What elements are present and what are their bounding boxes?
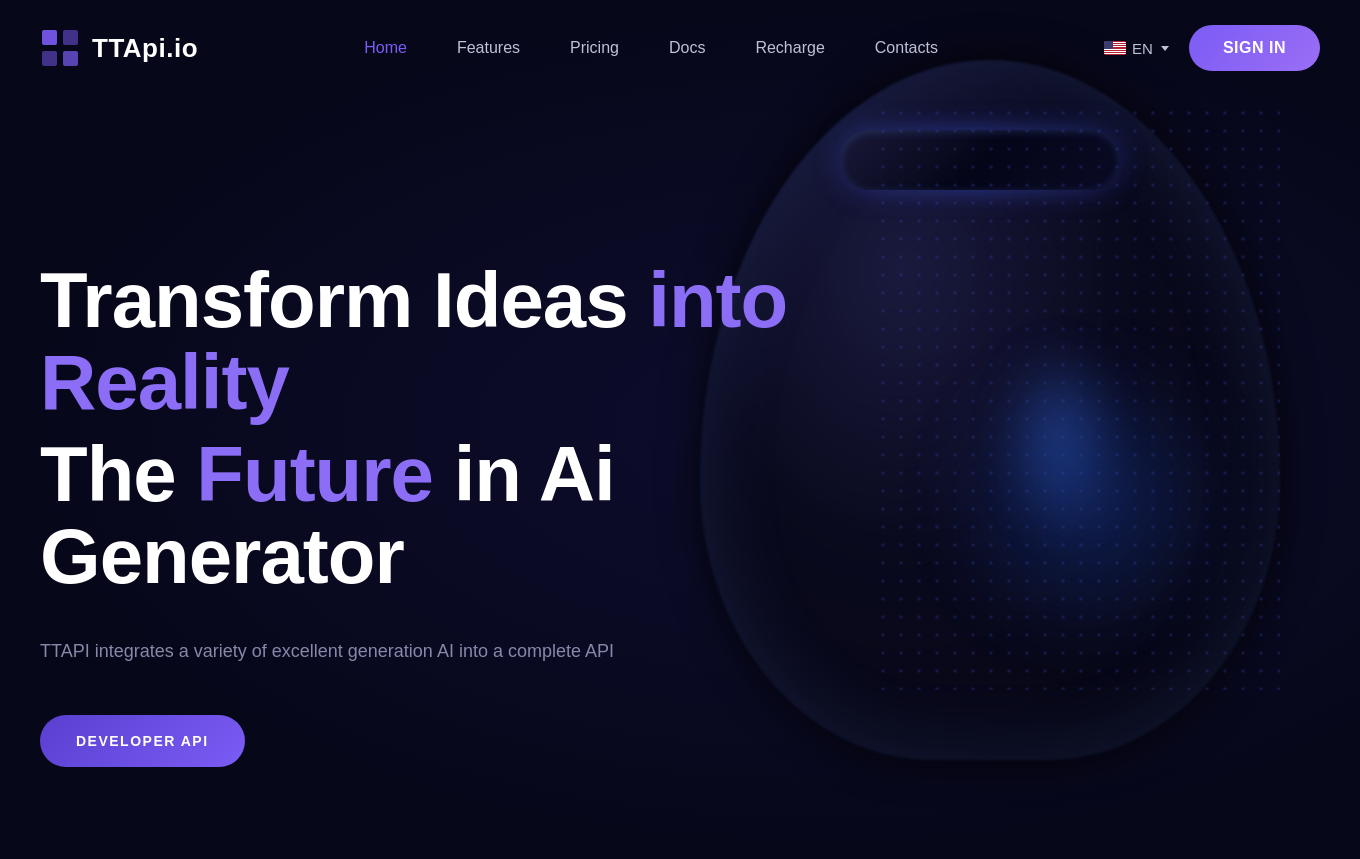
hero-section: TTApi.io Home Features Pricing Docs Rech… [0,0,1360,859]
svg-rect-4 [63,30,78,45]
svg-rect-5 [63,51,78,66]
developer-api-button[interactable]: DEVELOPER API [40,715,245,767]
hero-content: Transform Ideas into Reality The Future … [40,260,800,767]
nav-link-pricing[interactable]: Pricing [570,39,619,56]
hero-title-line2: The Future in Ai Generator [40,434,800,598]
hero-title-line1: Transform Ideas into Reality [40,260,800,424]
nav-item-recharge[interactable]: Recharge [755,39,824,57]
nav-link-recharge[interactable]: Recharge [755,39,824,56]
svg-rect-2 [42,30,57,45]
svg-rect-3 [42,51,57,66]
nav-link-contacts[interactable]: Contacts [875,39,938,56]
lang-label: EN [1132,40,1153,57]
language-selector[interactable]: EN [1104,40,1169,57]
nav-item-docs[interactable]: Docs [669,39,705,57]
hero-title-highlight2: Future [196,430,433,518]
nav-link-docs[interactable]: Docs [669,39,705,56]
hero-title-line2-text: The [40,430,196,518]
nav-item-contacts[interactable]: Contacts [875,39,938,57]
navbar: TTApi.io Home Features Pricing Docs Rech… [0,0,1360,96]
nav-link-features[interactable]: Features [457,39,520,56]
nav-item-pricing[interactable]: Pricing [570,39,619,57]
hero-subtitle: TTAPI integrates a variety of excellent … [40,638,800,665]
chevron-down-icon [1161,46,1169,51]
sign-in-button[interactable]: SIGN IN [1189,25,1320,71]
nav-item-home[interactable]: Home [364,39,407,57]
blue-glow-effect [940,350,1240,650]
logo-text: TTApi.io [92,33,198,64]
nav-link-home[interactable]: Home [364,39,407,56]
logo-link[interactable]: TTApi.io [40,28,198,68]
us-flag-icon [1104,41,1126,55]
nav-links: Home Features Pricing Docs Recharge Cont… [364,39,938,57]
nav-item-features[interactable]: Features [457,39,520,57]
logo-icon [40,28,80,68]
nav-right: EN SIGN IN [1104,25,1320,71]
hero-title-line1-text: Transform Ideas [40,256,648,344]
